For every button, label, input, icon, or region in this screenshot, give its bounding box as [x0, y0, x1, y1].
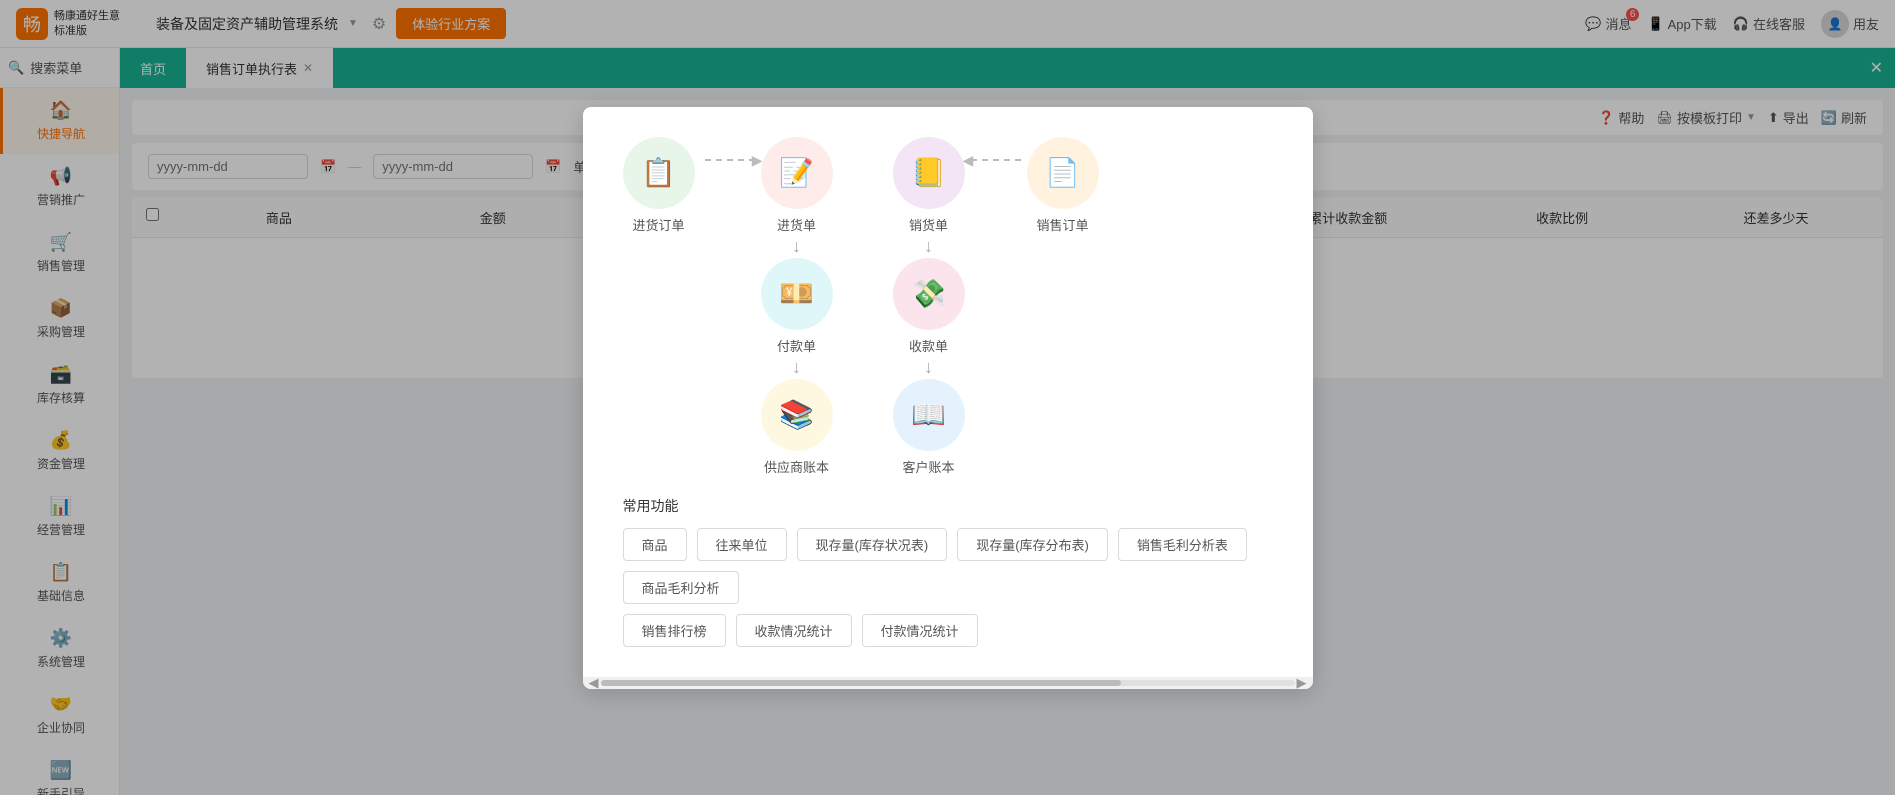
sale-order-icon: 📄	[1027, 137, 1099, 209]
func-btn-sales-margin[interactable]: 销售毛利分析表	[1118, 528, 1247, 561]
func-buttons-row-2: 销售排行榜 收款情况统计 付款情况统计	[623, 614, 1273, 647]
purchase-bill-label: 进货单	[777, 215, 816, 234]
scrollbar-thumb[interactable]	[601, 680, 1122, 686]
flow-node-purchase-order[interactable]: 📋 进货订单	[623, 137, 695, 234]
purchase-bill-icon: 📝	[761, 137, 833, 209]
flow-col-2: 📒 销货单 ↓ 💸 收款单 ↓ 📖 客户账本	[893, 137, 965, 476]
customer-ledger-label: 客户账本	[902, 457, 954, 476]
sale-bill-icon: 📒	[893, 137, 965, 209]
flow-col-0: 📋 进货订单	[623, 137, 695, 234]
receipt-label: 收款单	[909, 336, 948, 355]
arrow-down-3: ↓	[924, 234, 933, 258]
func-btn-goods-margin[interactable]: 商品毛利分析	[623, 571, 739, 604]
arrow-down-2: ↓	[792, 355, 801, 379]
payment-label: 付款单	[777, 336, 816, 355]
purchase-order-label: 进货订单	[632, 215, 684, 234]
flow-node-sale-bill[interactable]: 📒 销货单	[893, 137, 965, 234]
flow-diagram: 📋 进货订单 ▶ 📝 进货单	[623, 137, 1273, 476]
func-btn-partners[interactable]: 往来单位	[697, 528, 787, 561]
flow-modal: 📋 进货订单 ▶ 📝 进货单	[583, 107, 1313, 689]
flow-node-sale-order[interactable]: 📄 销售订单	[1027, 137, 1099, 234]
common-functions: 常用功能 商品 往来单位 现存量(库存状况表) 现存量(库存分布表) 销售毛利分…	[623, 496, 1273, 647]
purchase-order-icon: 📋	[623, 137, 695, 209]
flow-node-payment[interactable]: 💴 付款单	[761, 258, 833, 355]
flow-col-1: 📝 进货单 ↓ 💴 付款单 ↓ 📚 供应商账本	[761, 137, 833, 476]
sale-order-label: 销售订单	[1036, 215, 1088, 234]
receipt-icon: 💸	[893, 258, 965, 330]
payment-icon: 💴	[761, 258, 833, 330]
func-buttons-row-1: 商品 往来单位 现存量(库存状况表) 现存量(库存分布表) 销售毛利分析表 商品…	[623, 528, 1273, 604]
func-btn-payment-stats[interactable]: 付款情况统计	[862, 614, 978, 647]
flow-col-3: 📄 销售订单	[1027, 137, 1099, 234]
func-btn-inventory-status[interactable]: 现存量(库存状况表)	[797, 528, 948, 561]
customer-ledger-icon: 📖	[893, 379, 965, 451]
arrow-2: ◀	[965, 137, 1027, 161]
arrow-1: ▶	[695, 137, 761, 161]
func-btn-goods[interactable]: 商品	[623, 528, 687, 561]
func-btn-receipt-stats[interactable]: 收款情况统计	[736, 614, 852, 647]
scrollbar-left-arrow[interactable]: ◀	[587, 675, 601, 689]
sale-bill-label: 销货单	[909, 215, 948, 234]
supplier-ledger-icon: 📚	[761, 379, 833, 451]
scrollbar-track	[601, 680, 1295, 686]
flow-node-receipt[interactable]: 💸 收款单	[893, 258, 965, 355]
modal-content: 📋 进货订单 ▶ 📝 进货单	[583, 107, 1313, 677]
scrollbar-right-arrow[interactable]: ▶	[1295, 675, 1309, 689]
arrow-down-1: ↓	[792, 234, 801, 258]
app-wrapper: 畅 畅康通好生意 标准版 装备及固定资产辅助管理系统 ▼ ⚙ 体验行业方案 💬 …	[0, 0, 1895, 795]
common-functions-title: 常用功能	[623, 496, 1273, 516]
modal-overlay[interactable]: 📋 进货订单 ▶ 📝 进货单	[0, 0, 1895, 795]
func-btn-inventory-dist[interactable]: 现存量(库存分布表)	[957, 528, 1108, 561]
supplier-ledger-label: 供应商账本	[764, 457, 829, 476]
flow-node-supplier-ledger[interactable]: 📚 供应商账本	[761, 379, 833, 476]
flow-node-customer-ledger[interactable]: 📖 客户账本	[893, 379, 965, 476]
arrow-down-4: ↓	[924, 355, 933, 379]
modal-scrollbar[interactable]: ◀ ▶	[583, 677, 1313, 689]
func-btn-sales-rank[interactable]: 销售排行榜	[623, 614, 726, 647]
flow-node-purchase-bill[interactable]: 📝 进货单	[761, 137, 833, 234]
